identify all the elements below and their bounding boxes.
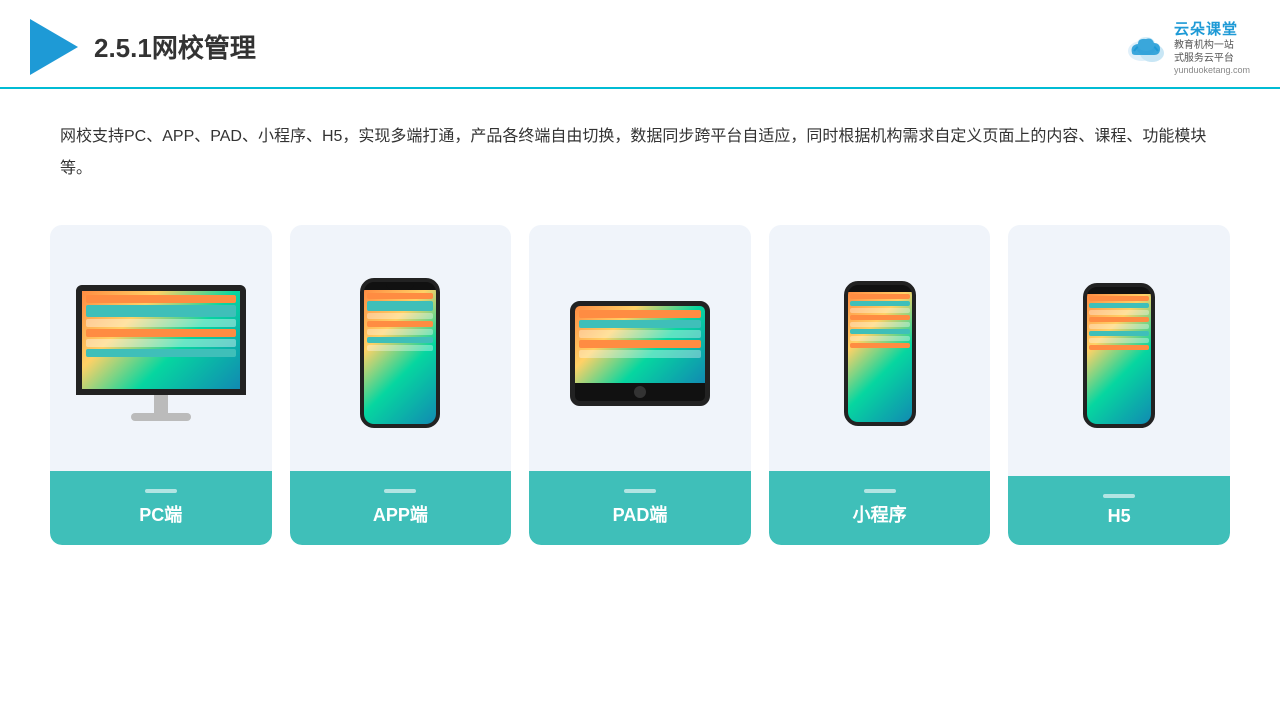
pad-card-label: PAD端 <box>529 471 751 545</box>
screen-bar-4 <box>86 329 236 337</box>
tablet-body <box>570 301 710 406</box>
screen-bar-6 <box>86 349 236 357</box>
tablet-screen <box>575 306 705 383</box>
mini-program-card-label: 小程序 <box>769 471 991 545</box>
brand-text: 云朵课堂 教育机构一站 式服务云平台 yunduoketang.com <box>1174 18 1250 75</box>
mini-notch-1 <box>869 285 891 292</box>
brand-sub-line2: 式服务云平台 <box>1174 52 1234 65</box>
phone-bar-5 <box>367 329 433 335</box>
mini-program-image-area <box>769 225 991 471</box>
tablet-mockup <box>570 301 710 406</box>
phone-bar-7 <box>367 345 433 351</box>
mini-notch-2 <box>1108 287 1130 294</box>
phone-body <box>360 278 440 428</box>
screen-bar-1 <box>86 295 236 303</box>
mini-bar-8 <box>850 343 910 348</box>
h5-bar-8 <box>1089 345 1149 350</box>
monitor-screen-inner <box>82 291 240 389</box>
phone-bar-2 <box>367 301 433 311</box>
mini-phone-mockup-2 <box>1083 283 1155 428</box>
page-title: 2.5.1网校管理 <box>94 28 256 65</box>
tablet-bar-5 <box>579 350 701 358</box>
pc-card-label: PC端 <box>50 471 272 545</box>
h5-bar-7 <box>1089 338 1149 343</box>
mini-bar-3 <box>850 308 910 313</box>
mini-bar-7 <box>850 336 910 341</box>
description-text: 网校支持PC、APP、PAD、小程序、H5，实现多端打通，产品各终端自由切换，数… <box>0 89 1280 205</box>
phone-bar-4 <box>367 321 433 327</box>
monitor-base <box>131 413 191 421</box>
mini-phone-mockup-1 <box>844 281 916 426</box>
h5-bar-2 <box>1089 303 1149 308</box>
h5-bar-5 <box>1089 324 1149 329</box>
app-image-area <box>290 225 512 471</box>
cloud-icon <box>1124 31 1168 63</box>
h5-bar-6 <box>1089 331 1149 336</box>
phone-mockup <box>360 278 440 428</box>
device-cards-container: PC端 APP端 <box>0 205 1280 565</box>
brand-url: yunduoketang.com <box>1174 65 1250 75</box>
mini-bar-1 <box>850 294 910 299</box>
tablet-bar-4 <box>579 340 701 348</box>
h5-card-label: H5 <box>1008 476 1230 545</box>
header-left: 2.5.1网校管理 <box>30 19 256 75</box>
h5-bar-3 <box>1089 310 1149 315</box>
screen-bar-3 <box>86 319 236 327</box>
pc-monitor-mockup <box>76 285 246 421</box>
screen-bar-5 <box>86 339 236 347</box>
monitor-neck <box>154 395 168 413</box>
brand-name: 云朵课堂 <box>1174 18 1238 39</box>
phone-notch <box>386 282 414 290</box>
h5-bar-1 <box>1089 296 1149 301</box>
description-content: 网校支持PC、APP、PAD、小程序、H5，实现多端打通，产品各终端自由切换，数… <box>60 128 1206 177</box>
tablet-bar-3 <box>579 330 701 338</box>
page-header: 2.5.1网校管理 云朵课堂 教育机构一站 式服务云平台 yunduoketan… <box>0 0 1280 89</box>
phone-bar-6 <box>367 337 433 343</box>
mini-screen-1 <box>848 292 912 422</box>
h5-image-area <box>1008 225 1230 476</box>
tablet-bar-1 <box>579 310 701 318</box>
mini-bar-2 <box>850 301 910 306</box>
h5-card: H5 <box>1008 225 1230 545</box>
mini-program-card: 小程序 <box>769 225 991 545</box>
brand-logo: 云朵课堂 教育机构一站 式服务云平台 yunduoketang.com <box>1124 18 1250 75</box>
logo-triangle-icon <box>30 19 78 75</box>
tablet-home-button <box>634 386 646 398</box>
app-card-label: APP端 <box>290 471 512 545</box>
pc-card: PC端 <box>50 225 272 545</box>
h5-bar-4 <box>1089 317 1149 322</box>
mini-bar-6 <box>850 329 910 334</box>
phone-bar-1 <box>367 293 433 299</box>
phone-bar-3 <box>367 313 433 319</box>
pad-image-area <box>529 225 751 471</box>
mini-bar-4 <box>850 315 910 320</box>
mini-screen-2 <box>1087 294 1151 424</box>
tablet-bar-2 <box>579 320 701 328</box>
pad-card: PAD端 <box>529 225 751 545</box>
screen-bar-2 <box>86 305 236 317</box>
mini-bar-5 <box>850 322 910 327</box>
monitor-screen <box>76 285 246 395</box>
pc-image-area <box>50 225 272 471</box>
phone-screen <box>364 290 436 424</box>
brand-sub-line1: 教育机构一站 <box>1174 39 1234 52</box>
app-card: APP端 <box>290 225 512 545</box>
